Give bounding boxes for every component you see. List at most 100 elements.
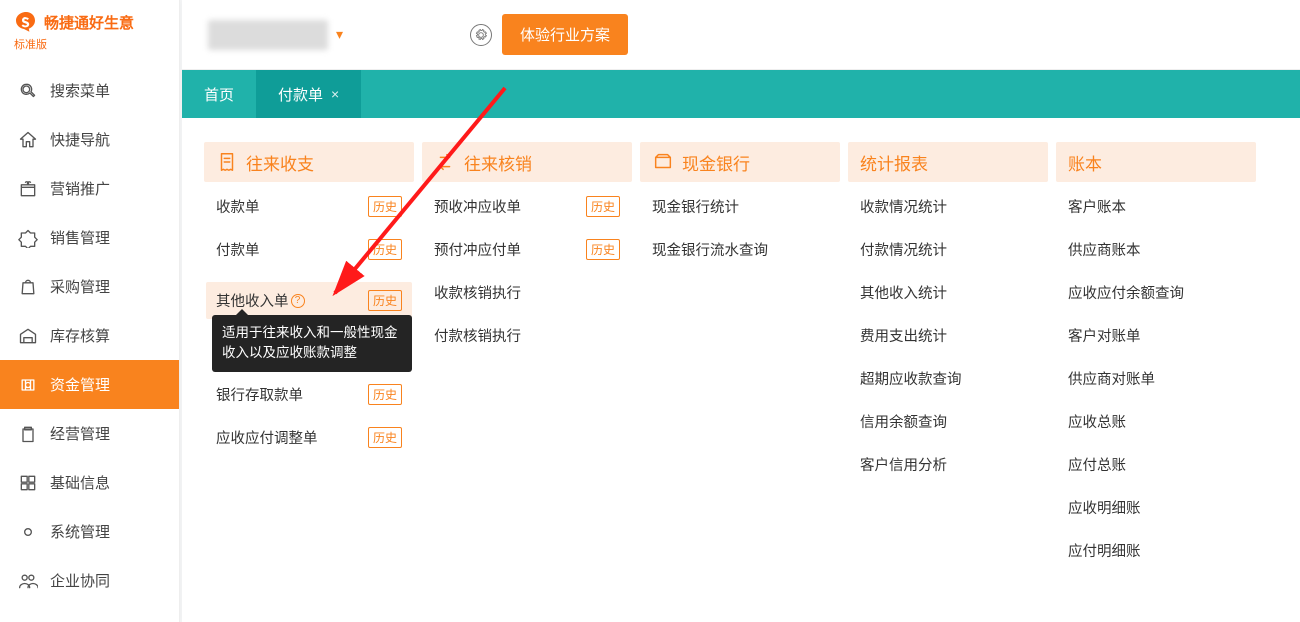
history-badge[interactable]: 历史 (586, 239, 620, 260)
section-item[interactable]: 信用余额查询 (850, 411, 1046, 432)
sidebar-item-label: 搜索菜单 (50, 80, 110, 101)
section-item-label: 客户对账单 (1068, 325, 1141, 346)
section-item[interactable]: 收款核销执行 (424, 282, 630, 303)
history-badge[interactable]: 历史 (368, 427, 402, 448)
clipboard-icon (18, 424, 38, 444)
section-item-label: 现金银行统计 (652, 196, 739, 217)
section-item[interactable]: 付款单历史 (206, 239, 412, 260)
sale-icon (18, 228, 38, 248)
history-badge[interactable]: 历史 (368, 341, 402, 362)
sidebar-item-1[interactable]: 快捷导航 (0, 115, 179, 164)
sidebar-item-5[interactable]: 库存核算 (0, 311, 179, 360)
gear-icon (18, 522, 38, 542)
close-icon[interactable]: × (331, 86, 339, 102)
section-item-label: 超期应收款查询 (860, 368, 962, 389)
section-header: 账本 (1056, 142, 1256, 182)
section-item[interactable]: 银行存取款单历史 (206, 384, 412, 405)
settings-icon[interactable] (470, 24, 492, 46)
section-title: 往来收支 (246, 150, 314, 175)
section-title: 现金银行 (682, 150, 750, 175)
section-item[interactable]: 付款情况统计 (850, 239, 1046, 260)
section-item-label: 收款单 (216, 196, 260, 217)
brand-edition: 标准版 (0, 36, 179, 60)
section-item-label: 应收明细账 (1068, 497, 1141, 518)
sidebar-item-3[interactable]: 销售管理 (0, 213, 179, 262)
tab-1[interactable]: 付款单× (256, 70, 361, 118)
section-list: 客户账本供应商账本应收应付余额查询客户对账单供应商对账单应收总账应付总账应收明细… (1056, 182, 1256, 561)
section-item[interactable]: 收款单 历史 (206, 196, 412, 217)
sidebar-item-7[interactable]: 经营管理 (0, 409, 179, 458)
section-item[interactable]: 现金银行流水查询 (642, 239, 838, 260)
section-item[interactable]: 现金银行统计 (642, 196, 838, 217)
section-item[interactable]: 客户账本 (1058, 196, 1254, 217)
help-icon[interactable]: ? (291, 294, 305, 308)
gift-icon (18, 179, 38, 199)
section-item-label: 应收总账 (1068, 411, 1126, 432)
section-item[interactable]: 供应商账本 (1058, 239, 1254, 260)
experience-button[interactable]: 体验行业方案 (502, 14, 628, 55)
history-badge[interactable]: 历史 (368, 290, 402, 311)
section-header: 现金银行 (640, 142, 840, 182)
search-icon (18, 81, 38, 101)
section-item[interactable]: 应收明细账 (1058, 497, 1254, 518)
brand-logo-icon (14, 10, 38, 34)
sidebar-item-label: 经营管理 (50, 423, 110, 444)
section-list: 预收冲应收单历史预付冲应付单历史收款核销执行付款核销执行 (422, 182, 632, 346)
sidebar-item-label: 基础信息 (50, 472, 110, 493)
section-title: 统计报表 (860, 150, 928, 175)
section-item[interactable]: 其他收入统计 (850, 282, 1046, 303)
receipt-icon (216, 151, 238, 173)
section-item-label: 供应商对账单 (1068, 368, 1155, 389)
section-item[interactable]: 付款核销执行 (424, 325, 630, 346)
history-badge[interactable]: 历史 (368, 196, 402, 217)
tab-0[interactable]: 首页 (182, 70, 256, 118)
section-item-label: 其他收入单 (216, 290, 289, 311)
sidebar-item-4[interactable]: 采购管理 (0, 262, 179, 311)
section-item-label: 现金银行流水查询 (652, 239, 768, 260)
section-item-label: 其他收入统计 (860, 282, 947, 303)
section-item-label: 应收应付余额查询 (1068, 282, 1184, 303)
content: 往来收支收款单历史付款单历史其他收入单?历史费用支出单历史银行存取款单历史应收应… (182, 118, 1300, 622)
topbar: ▾ 体验行业方案 (182, 0, 1300, 70)
section-item[interactable]: 客户对账单 (1058, 325, 1254, 346)
org-name-redacted (208, 20, 328, 50)
section-4: 账本客户账本供应商账本应收应付余额查询客户对账单供应商对账单应收总账应付总账应收… (1056, 142, 1256, 561)
section-item[interactable]: 应收应付余额查询 (1058, 282, 1254, 303)
section-header: 统计报表 (848, 142, 1048, 182)
section-item[interactable]: 客户信用分析 (850, 454, 1046, 475)
section-item[interactable]: 预付冲应付单历史 (424, 239, 630, 260)
money-icon (18, 375, 38, 395)
org-selector[interactable]: ▾ (200, 15, 460, 55)
section-item[interactable]: 应付总账 (1058, 454, 1254, 475)
brand-name: 畅捷通好生意 (44, 12, 134, 33)
home-icon (18, 130, 38, 150)
sidebar-item-9[interactable]: 系统管理 (0, 507, 179, 556)
section-item[interactable]: 其他收入单? 历史 (206, 282, 412, 319)
sidebar-item-8[interactable]: 基础信息 (0, 458, 179, 507)
sidebar-item-2[interactable]: 营销推广 (0, 164, 179, 213)
section-item[interactable]: 费用支出统计 (850, 325, 1046, 346)
section-item-label: 付款核销执行 (434, 325, 521, 346)
section-item[interactable]: 应付明细账 (1058, 540, 1254, 561)
sidebar: 畅捷通好生意 标准版 搜索菜单快捷导航营销推广销售管理采购管理库存核算资金管理经… (0, 0, 180, 622)
section-item[interactable]: 应收应付调整单历史 (206, 427, 412, 448)
section-item-label: 费用支出统计 (860, 325, 947, 346)
sidebar-item-6[interactable]: 资金管理 (0, 360, 179, 409)
history-badge[interactable]: 历史 (368, 239, 402, 260)
sidebar-item-10[interactable]: 企业协同 (0, 556, 179, 605)
section-item[interactable]: 供应商对账单 (1058, 368, 1254, 389)
history-badge[interactable]: 历史 (368, 384, 402, 405)
section-item-label: 费用支出单 (216, 341, 289, 362)
section-item[interactable]: 收款情况统计 (850, 196, 1046, 217)
section-list: 现金银行统计现金银行流水查询 (640, 182, 840, 260)
section-list: 收款情况统计付款情况统计其他收入统计费用支出统计超期应收款查询信用余额查询客户信… (848, 182, 1048, 475)
team-icon (18, 571, 38, 591)
sidebar-item-0[interactable]: 搜索菜单 (0, 66, 179, 115)
section-item[interactable]: 预收冲应收单历史 (424, 196, 630, 217)
sidebar-item-label: 系统管理 (50, 521, 110, 542)
section-item[interactable]: 费用支出单 历史 (206, 341, 412, 362)
section-item[interactable]: 超期应收款查询 (850, 368, 1046, 389)
section-item[interactable]: 应收总账 (1058, 411, 1254, 432)
history-badge[interactable]: 历史 (586, 196, 620, 217)
bag-icon (18, 277, 38, 297)
